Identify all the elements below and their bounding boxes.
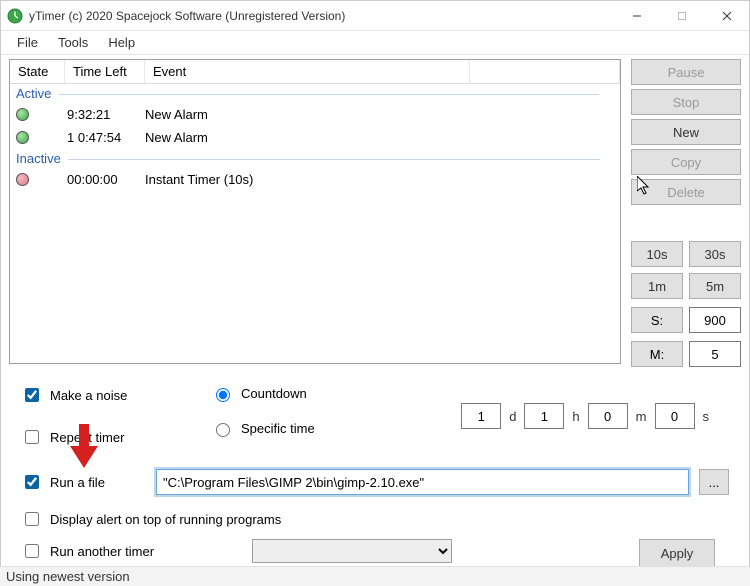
run-file-checkbox[interactable]: Run a file	[21, 472, 146, 492]
repeat-timer-checkbox[interactable]: Repeat timer	[21, 427, 186, 447]
repeat-timer-label: Repeat timer	[50, 430, 124, 445]
row-time: 00:00:00	[65, 172, 145, 187]
clock-active-icon	[16, 108, 29, 121]
file-path-input[interactable]	[156, 469, 689, 495]
minutes-input[interactable]	[689, 341, 741, 367]
unit-d: d	[509, 409, 516, 424]
quick-10s-button[interactable]: 10s	[631, 241, 683, 267]
settings-panel: Make a noise Repeat timer Countdown Spec…	[1, 367, 749, 575]
group-inactive: Inactive	[10, 149, 620, 168]
apply-button[interactable]: Apply	[639, 539, 715, 567]
status-bar: Using newest version	[0, 566, 750, 586]
header-time[interactable]: Time Left	[65, 60, 145, 83]
window-controls	[614, 1, 749, 31]
delete-button[interactable]: Delete	[631, 179, 741, 205]
seconds-label[interactable]: S:	[631, 307, 683, 333]
duration-inputs: d h m s	[461, 385, 729, 447]
run-file-label: Run a file	[50, 475, 105, 490]
quick-1m-button[interactable]: 1m	[631, 273, 683, 299]
row-event: New Alarm	[145, 107, 620, 122]
group-inactive-label: Inactive	[16, 151, 61, 166]
specific-time-label: Specific time	[241, 421, 315, 436]
window-titlebar: yTimer (c) 2020 Spacejock Software (Unre…	[1, 1, 749, 31]
unit-m: m	[636, 409, 647, 424]
header-extra	[470, 60, 620, 83]
minutes-label[interactable]: M:	[631, 341, 683, 367]
unit-s: s	[703, 409, 710, 424]
menu-help[interactable]: Help	[98, 33, 145, 52]
header-event[interactable]: Event	[145, 60, 470, 83]
menu-file[interactable]: File	[7, 33, 48, 52]
row-event: New Alarm	[145, 130, 620, 145]
duration-d[interactable]	[461, 403, 501, 429]
stop-button[interactable]: Stop	[631, 89, 741, 115]
app-icon	[7, 8, 23, 24]
close-button[interactable]	[704, 1, 749, 31]
unit-h: h	[572, 409, 579, 424]
quick-5m-button[interactable]: 5m	[689, 273, 741, 299]
minimize-button[interactable]	[614, 1, 659, 31]
row-time: 1 0:47:54	[65, 130, 145, 145]
run-another-label: Run another timer	[50, 544, 154, 559]
menu-tools[interactable]: Tools	[48, 33, 98, 52]
row-event: Instant Timer (10s)	[145, 172, 620, 187]
browse-button[interactable]: ...	[699, 469, 729, 495]
row-time: 9:32:21	[65, 107, 145, 122]
run-another-checkbox[interactable]: Run another timer	[21, 541, 236, 561]
duration-h[interactable]	[524, 403, 564, 429]
pause-button[interactable]: Pause	[631, 59, 741, 85]
status-text: Using newest version	[6, 569, 130, 584]
countdown-radio[interactable]: Countdown	[211, 385, 315, 402]
list-row[interactable]: 9:32:21 New Alarm	[10, 103, 620, 126]
new-button[interactable]: New	[631, 119, 741, 145]
quick-30s-button[interactable]: 30s	[689, 241, 741, 267]
display-alert-label: Display alert on top of running programs	[50, 512, 281, 527]
menu-bar: File Tools Help	[1, 31, 749, 55]
seconds-input[interactable]	[689, 307, 741, 333]
group-active: Active	[10, 84, 620, 103]
maximize-button[interactable]	[659, 1, 704, 31]
list-row[interactable]: 00:00:00 Instant Timer (10s)	[10, 168, 620, 191]
window-title: yTimer (c) 2020 Spacejock Software (Unre…	[29, 9, 614, 23]
run-another-select[interactable]	[252, 539, 452, 563]
clock-inactive-icon	[16, 173, 29, 186]
duration-m[interactable]	[588, 403, 628, 429]
list-header: State Time Left Event	[10, 60, 620, 84]
make-noise-checkbox[interactable]: Make a noise	[21, 385, 186, 405]
make-noise-label: Make a noise	[50, 388, 127, 403]
timer-list[interactable]: State Time Left Event Active 9:32:21 New…	[9, 59, 621, 364]
side-panel: Pause Stop New Copy Delete 10s 30s 1m 5m…	[621, 59, 741, 367]
group-active-label: Active	[16, 86, 51, 101]
list-row[interactable]: 1 0:47:54 New Alarm	[10, 126, 620, 149]
duration-s[interactable]	[655, 403, 695, 429]
copy-button[interactable]: Copy	[631, 149, 741, 175]
display-alert-checkbox[interactable]: Display alert on top of running programs	[21, 509, 281, 529]
header-state[interactable]: State	[10, 60, 65, 83]
clock-active-icon	[16, 131, 29, 144]
countdown-label: Countdown	[241, 386, 307, 401]
specific-time-radio[interactable]: Specific time	[211, 420, 315, 437]
